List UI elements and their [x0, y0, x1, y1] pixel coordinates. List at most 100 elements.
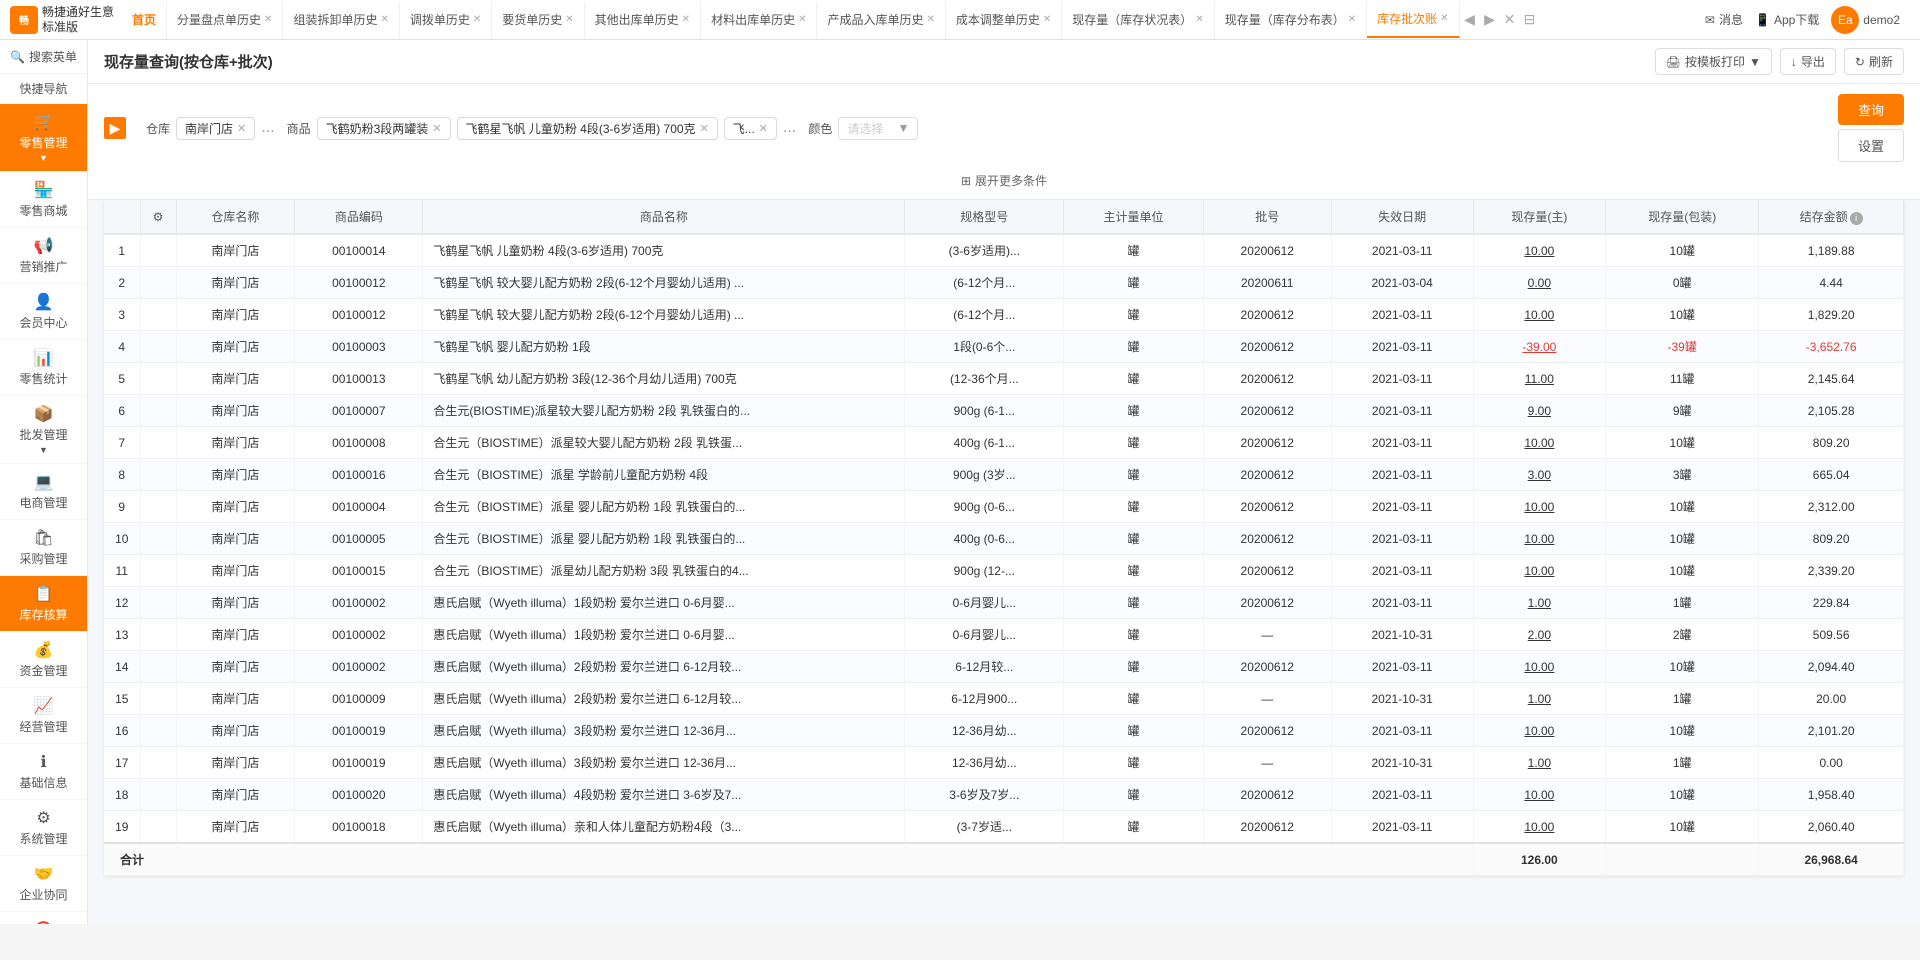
filter-area: ▶ 仓库 南岸门店 ✕ ... 商品 飞鹤奶粉3段两罐装 ✕ — [88, 84, 1920, 200]
cell-stock-main[interactable]: 1.00 — [1473, 683, 1606, 715]
sidebar-quick-nav[interactable]: 快捷导航 — [0, 74, 87, 104]
cell-warehouse: 南岸门店 — [176, 619, 295, 651]
cell-stock-main[interactable]: 10.00 — [1473, 491, 1606, 523]
btn-refresh[interactable]: ↻ 刷新 — [1844, 48, 1904, 75]
table-body: 1 南岸门店 00100014 飞鹤星飞帆 儿童奶粉 4段(3-6岁适用) 70… — [104, 234, 1904, 876]
sidebar-item-marketing[interactable]: 📢 营销推广 — [0, 228, 87, 284]
tab-prev-arrow[interactable]: ◀ — [1460, 2, 1480, 38]
purchase-icon: 🛍 — [33, 528, 53, 548]
cell-stock-pack: 10罐 — [1606, 234, 1759, 267]
cell-spec: 900g (12-... — [905, 555, 1064, 587]
cell-stock-main[interactable]: 10.00 — [1473, 715, 1606, 747]
sidebar-item-finance[interactable]: 💰 资金管理 — [0, 632, 87, 688]
sidebar-item-basics[interactable]: ℹ 基础信息 — [0, 744, 87, 800]
cell-expiry: 2021-03-11 — [1331, 234, 1473, 267]
sidebar-item-guide[interactable]: 🎯 新手引导 — [0, 912, 87, 924]
product-tag-2[interactable]: 飞鹤星飞帆 儿童奶粉 4段(3-6岁适用) 700克 ✕ — [457, 117, 718, 140]
product-more-dots[interactable]: ... — [783, 119, 796, 137]
cell-stock-main[interactable]: 1.00 — [1473, 587, 1606, 619]
cell-stock-pack: 9罐 — [1606, 395, 1759, 427]
user-avatar-area[interactable]: Ea demo2 — [1831, 6, 1900, 34]
cell-stock-main[interactable]: 11.00 — [1473, 363, 1606, 395]
cell-warehouse: 南岸门店 — [176, 234, 295, 267]
cell-stock-main[interactable]: 10.00 — [1473, 779, 1606, 811]
sidebar-item-inventory[interactable]: 📋 库存核算 — [0, 576, 87, 632]
cell-stock-main[interactable]: 10.00 — [1473, 651, 1606, 683]
expand-toggle[interactable]: ⊞ 展开更多条件 — [104, 172, 1904, 189]
sidebar-item-system[interactable]: ⚙ 系统管理 — [0, 800, 87, 856]
tab-stock-status[interactable]: 现存量（库存状况表） ✕ — [1062, 2, 1214, 38]
product-tag-2-close[interactable]: ✕ — [700, 122, 709, 135]
cell-stock-main[interactable]: 0.00 — [1473, 267, 1606, 299]
cell-stock-main[interactable]: 10.00 — [1473, 299, 1606, 331]
cell-stock-main[interactable]: 10.00 — [1473, 523, 1606, 555]
tab-batch-charge[interactable]: 库存批次账 ✕ — [1367, 2, 1459, 38]
tab-material-out[interactable]: 材料出库单历史 ✕ — [701, 2, 817, 38]
cell-spec: (6-12个月... — [905, 299, 1064, 331]
btn-search[interactable]: 查询 — [1838, 94, 1904, 125]
sidebar-item-retail-shop[interactable]: 🏪 零售商城 — [0, 172, 87, 228]
btn-settings-filter[interactable]: 设置 — [1838, 129, 1904, 162]
cell-stock-main[interactable]: 10.00 — [1473, 427, 1606, 459]
sidebar-item-purchase[interactable]: 🛍 采购管理 — [0, 520, 87, 576]
top-tab-bar: 首页 分量盘点单历史 ✕ 组装拆卸单历史 ✕ 调拨单历史 ✕ 要货单历史 ✕ 其… — [122, 0, 1697, 40]
btn-template-print[interactable]: 🖨 按模板打印 ▼ — [1655, 48, 1772, 75]
sidebar-item-wholesale[interactable]: 📦 批发管理 ▼ — [0, 396, 87, 464]
cell-stock-main[interactable]: 1.00 — [1473, 747, 1606, 779]
tab-requisition[interactable]: 要货单历史 ✕ — [492, 2, 584, 38]
product-tag-1-close[interactable]: ✕ — [432, 122, 441, 135]
cell-setting — [140, 427, 176, 459]
table-row: 18 南岸门店 00100020 惠氏启赋（Wyeth illuma）4段奶粉 … — [104, 779, 1904, 811]
tab-disassemble[interactable]: 组装拆卸单历史 ✕ — [283, 2, 399, 38]
warehouse-tag-close[interactable]: ✕ — [237, 122, 246, 135]
cell-warehouse: 南岸门店 — [176, 555, 295, 587]
col-setting[interactable]: ⚙ — [140, 200, 176, 234]
cell-stock-main[interactable]: 9.00 — [1473, 395, 1606, 427]
color-select[interactable]: 请选择 ▼ — [838, 117, 918, 140]
tab-split-inventory[interactable]: 分量盘点单历史 ✕ — [167, 2, 283, 38]
tab-close-all[interactable]: ✕ — [1500, 2, 1520, 38]
balance-info-icon[interactable]: i — [1850, 212, 1863, 225]
tab-stock-dist[interactable]: 现存量（库存分布表） ✕ — [1215, 2, 1367, 38]
cell-stock-main[interactable]: 10.00 — [1473, 811, 1606, 844]
sidebar-search[interactable]: 🔍 搜索英单 — [0, 40, 87, 74]
sidebar-item-ecommerce[interactable]: 💻 电商管理 — [0, 464, 87, 520]
product-tag-1[interactable]: 飞鹤奶粉3段两罐装 ✕ — [317, 117, 451, 140]
sidebar-item-operations[interactable]: 📈 经营管理 — [0, 688, 87, 744]
cell-spec: (6-12个月... — [905, 267, 1064, 299]
sidebar-item-member[interactable]: 👤 会员中心 — [0, 284, 87, 340]
tab-transfer[interactable]: 调拨单历史 ✕ — [400, 2, 492, 38]
table-container[interactable]: ⚙ 仓库名称 商品编码 商品名称 规格型号 主计量单位 批号 失效日期 现存量(… — [88, 200, 1920, 924]
product-tag-3-close[interactable]: ✕ — [759, 122, 768, 135]
sidebar-item-enterprise[interactable]: 🤝 企业协同 — [0, 856, 87, 912]
cell-balance: 1,189.88 — [1759, 234, 1904, 267]
logo-text: 畅捷通好生意 标准版 — [42, 5, 114, 34]
warehouse-tag[interactable]: 南岸门店 ✕ — [176, 117, 255, 140]
sidebar-item-retail[interactable]: 🛒 零售管理 ▼ — [0, 104, 87, 172]
message-btn[interactable]: ✉ 消息 — [1705, 11, 1743, 28]
warehouse-more-dots[interactable]: ... — [261, 119, 274, 137]
cell-spec: (3-6岁适用)... — [905, 234, 1064, 267]
tab-other-out[interactable]: 其他出库单历史 ✕ — [585, 2, 701, 38]
btn-export[interactable]: ↓ 导出 — [1780, 48, 1836, 75]
tab-product-in[interactable]: 产成品入库单历史 ✕ — [817, 2, 945, 38]
tab-menu-arrow[interactable]: ⊟ — [1520, 2, 1540, 38]
product-tag-3[interactable]: 飞... ✕ — [724, 117, 777, 140]
cell-stock-main[interactable]: 10.00 — [1473, 555, 1606, 587]
tab-next-arrow[interactable]: ▶ — [1480, 2, 1500, 38]
tab-cost-adjust[interactable]: 成本调整单历史 ✕ — [946, 2, 1062, 38]
sidebar-item-retail-stats[interactable]: 📊 零售统计 — [0, 340, 87, 396]
cell-stock-main[interactable]: 2.00 — [1473, 619, 1606, 651]
top-bar: 畅 畅捷通好生意 标准版 首页 分量盘点单历史 ✕ 组装拆卸单历史 ✕ 调拨单历… — [0, 0, 1920, 40]
cell-balance: 20.00 — [1759, 683, 1904, 715]
cell-stock-main[interactable]: 10.00 — [1473, 234, 1606, 267]
app-download-btn[interactable]: 📱 App下载 — [1755, 11, 1819, 28]
cell-warehouse: 南岸门店 — [176, 459, 295, 491]
tab-home[interactable]: 首页 — [122, 2, 167, 38]
filter-expand-arrow[interactable]: ▶ — [104, 117, 126, 139]
cell-stock-main[interactable]: -39.00 — [1473, 331, 1606, 363]
cell-stock-main[interactable]: 3.00 — [1473, 459, 1606, 491]
cell-name: 合生元（BIOSTIME）派星幼儿配方奶粉 3段 乳铁蛋白的4... — [423, 555, 905, 587]
cell-spec: 6-12月较... — [905, 651, 1064, 683]
cell-balance: 4.44 — [1759, 267, 1904, 299]
